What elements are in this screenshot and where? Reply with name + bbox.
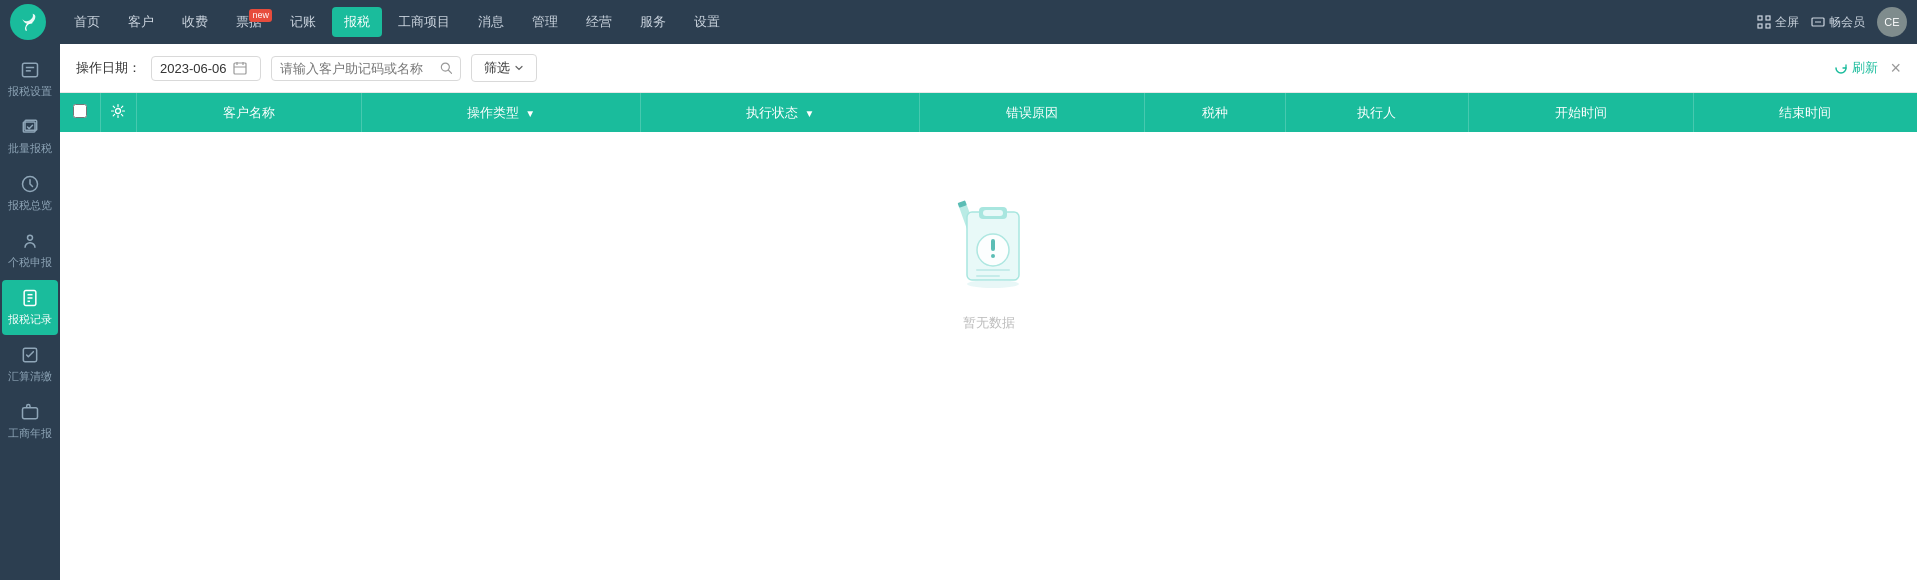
nav-home[interactable]: 首页 bbox=[62, 7, 112, 37]
th-settings[interactable] bbox=[100, 93, 136, 132]
nav-accounting[interactable]: 记账 bbox=[278, 7, 328, 37]
svg-rect-17 bbox=[23, 408, 38, 419]
sort-icon-status: ▼ bbox=[804, 108, 814, 119]
nav-items: 首页 客户 收费 票据 new 记账 报税 工商项目 消息 管理 经营 服务 设… bbox=[62, 7, 1757, 37]
th-checkbox[interactable] bbox=[60, 93, 100, 132]
th-operation-type[interactable]: 操作类型 ▼ bbox=[361, 93, 640, 132]
nav-billing[interactable]: 收费 bbox=[170, 7, 220, 37]
svg-rect-3 bbox=[1766, 24, 1770, 28]
nav-invoice[interactable]: 票据 new bbox=[224, 7, 274, 37]
refresh-button[interactable]: 刷新 bbox=[1834, 59, 1878, 77]
date-input[interactable]: 2023-06-06 bbox=[151, 56, 261, 81]
nav-right: 全屏 畅会员 CE bbox=[1757, 7, 1907, 37]
svg-line-23 bbox=[448, 70, 451, 73]
svg-rect-1 bbox=[1766, 16, 1770, 20]
chevron-down-icon bbox=[514, 63, 524, 73]
sidebar-item-tax-record[interactable]: 报税记录 bbox=[2, 280, 58, 335]
th-client-name: 客户名称 bbox=[136, 93, 361, 132]
date-label: 操作日期： bbox=[76, 59, 141, 77]
search-wrap[interactable] bbox=[271, 56, 461, 81]
select-all-checkbox[interactable] bbox=[73, 104, 87, 118]
nav-service[interactable]: 服务 bbox=[628, 7, 678, 37]
settings-icon bbox=[110, 103, 126, 119]
svg-point-36 bbox=[967, 280, 1019, 288]
sidebar-item-tax-settings[interactable]: 报税设置 bbox=[2, 52, 58, 107]
sidebar-item-annual-settlement[interactable]: 汇算清缴 bbox=[2, 337, 58, 392]
svg-rect-5 bbox=[23, 63, 38, 76]
refresh-icon bbox=[1834, 61, 1848, 75]
svg-point-11 bbox=[28, 235, 33, 240]
search-input[interactable] bbox=[280, 61, 434, 76]
svg-rect-0 bbox=[1758, 16, 1762, 20]
sidebar-item-business-annual[interactable]: 工商年报 bbox=[2, 394, 58, 449]
th-tax-type: 税种 bbox=[1145, 93, 1285, 132]
th-exec-status[interactable]: 执行状态 ▼ bbox=[640, 93, 919, 132]
search-icon bbox=[440, 61, 453, 75]
content-area: 操作日期： 2023-06-06 筛选 bbox=[60, 44, 1917, 580]
toolbar: 操作日期： 2023-06-06 筛选 bbox=[60, 44, 1917, 93]
th-error-reason: 错误原因 bbox=[920, 93, 1145, 132]
svg-rect-32 bbox=[991, 239, 995, 251]
svg-rect-18 bbox=[234, 63, 246, 74]
toolbar-right: 刷新 × bbox=[1834, 59, 1901, 77]
svg-rect-2 bbox=[1758, 24, 1762, 28]
close-button[interactable]: × bbox=[1890, 59, 1901, 77]
avatar[interactable]: CE bbox=[1877, 7, 1907, 37]
nav-manage[interactable]: 管理 bbox=[520, 7, 570, 37]
member-btn[interactable]: 畅会员 bbox=[1811, 14, 1865, 31]
calendar-icon bbox=[233, 61, 247, 75]
member-label: 畅会员 bbox=[1829, 14, 1865, 31]
th-start-time: 开始时间 bbox=[1468, 93, 1693, 132]
sidebar-item-tax-overview[interactable]: 报税总览 bbox=[2, 166, 58, 221]
nav-tax[interactable]: 报税 bbox=[332, 7, 382, 37]
sidebar-item-batch-tax[interactable]: 批量报税 bbox=[2, 109, 58, 164]
svg-point-24 bbox=[116, 109, 121, 114]
svg-rect-33 bbox=[991, 254, 995, 258]
empty-icon bbox=[939, 192, 1039, 302]
fullscreen-label: 全屏 bbox=[1775, 14, 1799, 31]
empty-state: 暂无数据 bbox=[60, 132, 1917, 392]
sidebar: 报税设置 批量报税 报税总览 个税申报 报税 bbox=[0, 44, 60, 580]
nav-operation[interactable]: 经营 bbox=[574, 7, 624, 37]
th-end-time: 结束时间 bbox=[1693, 93, 1917, 132]
nav-client[interactable]: 客户 bbox=[116, 7, 166, 37]
date-value: 2023-06-06 bbox=[160, 61, 227, 76]
th-executor: 执行人 bbox=[1285, 93, 1468, 132]
top-nav: 首页 客户 收费 票据 new 记账 报税 工商项目 消息 管理 经营 服务 设… bbox=[0, 0, 1917, 44]
new-badge: new bbox=[249, 9, 272, 22]
logo[interactable] bbox=[10, 4, 46, 40]
nav-business[interactable]: 工商项目 bbox=[386, 7, 462, 37]
sort-icon-operation: ▼ bbox=[525, 108, 535, 119]
sidebar-item-personal-tax[interactable]: 个税申报 bbox=[2, 223, 58, 278]
fullscreen-btn[interactable]: 全屏 bbox=[1757, 14, 1799, 31]
data-table: 客户名称 操作类型 ▼ 执行状态 ▼ 错误原因 bbox=[60, 93, 1917, 392]
table-wrap: 客户名称 操作类型 ▼ 执行状态 ▼ 错误原因 bbox=[60, 93, 1917, 580]
filter-button[interactable]: 筛选 bbox=[471, 54, 537, 82]
main-layout: 报税设置 批量报税 报税总览 个税申报 报税 bbox=[0, 44, 1917, 580]
svg-rect-30 bbox=[983, 210, 1003, 216]
nav-settings[interactable]: 设置 bbox=[682, 7, 732, 37]
nav-message[interactable]: 消息 bbox=[466, 7, 516, 37]
empty-text: 暂无数据 bbox=[963, 314, 1015, 332]
table-header-row: 客户名称 操作类型 ▼ 执行状态 ▼ 错误原因 bbox=[60, 93, 1917, 132]
